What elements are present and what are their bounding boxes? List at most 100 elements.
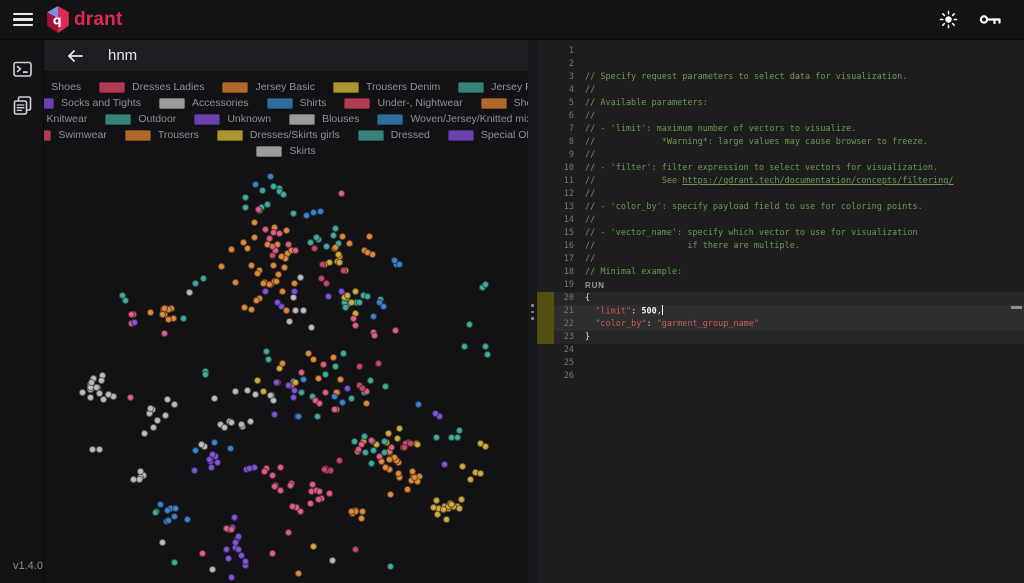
scatter-point[interactable] [221, 424, 228, 431]
scatter-point[interactable] [363, 400, 370, 407]
scatter-point[interactable] [352, 288, 359, 295]
scatter-point[interactable] [273, 278, 280, 285]
scatter-point[interactable] [339, 399, 346, 406]
code-line[interactable]: 21 "limit": 500, [537, 305, 1024, 318]
scatter-point[interactable] [192, 280, 199, 287]
scatter-point[interactable] [274, 299, 281, 306]
scatter-point[interactable] [300, 376, 307, 383]
scatter-point[interactable] [147, 405, 154, 412]
scatter-point[interactable] [283, 227, 290, 234]
scatter-point[interactable] [276, 230, 283, 237]
scatter-point[interactable] [267, 173, 274, 180]
legend-item[interactable]: Woven/Jersey/Knitted mix Baby [377, 113, 528, 125]
scatter-point[interactable] [335, 251, 342, 258]
scatter-point[interactable] [484, 351, 491, 358]
scatter-point[interactable] [482, 281, 489, 288]
scatter-point[interactable] [391, 257, 398, 264]
scatter-point[interactable] [356, 299, 363, 306]
scatter-point[interactable] [364, 293, 371, 300]
scatter-point[interactable] [150, 424, 157, 431]
scatter-point[interactable] [260, 388, 267, 395]
scatter-point[interactable] [141, 430, 148, 437]
scatter-point[interactable] [371, 332, 378, 339]
scatter-point[interactable] [292, 307, 299, 314]
code-line[interactable]: 16// if there are multiple. [537, 240, 1024, 253]
scatter-point[interactable] [434, 511, 441, 518]
scatter-point[interactable] [209, 451, 216, 458]
scatter-point[interactable] [382, 383, 389, 390]
scatter-point[interactable] [127, 394, 134, 401]
code-line[interactable]: 5// Available parameters: [537, 97, 1024, 110]
scatter-point[interactable] [152, 509, 159, 516]
scatter-point[interactable] [242, 194, 249, 201]
scatter-point[interactable] [248, 262, 255, 269]
scatter-point[interactable] [375, 360, 382, 367]
legend-item[interactable]: Swimwear [44, 129, 107, 141]
scatter-point[interactable] [164, 396, 171, 403]
scatter-point[interactable] [266, 235, 273, 242]
scatter-point[interactable] [295, 413, 302, 420]
code-line[interactable]: 26 [537, 370, 1024, 383]
scatter-point[interactable] [388, 444, 395, 451]
scatter-point[interactable] [358, 515, 365, 522]
scatter-point[interactable] [461, 343, 468, 350]
scatter-point[interactable] [404, 486, 411, 493]
scatter-point[interactable] [227, 445, 234, 452]
scatter-point[interactable] [278, 253, 285, 260]
scatter-point[interactable] [362, 449, 369, 456]
legend-item[interactable]: Socks and Tights [44, 97, 141, 109]
scatter-point[interactable] [336, 457, 343, 464]
scatter-point[interactable] [348, 395, 355, 402]
legend-item[interactable]: Accessories [159, 97, 249, 109]
scatter-point[interactable] [228, 526, 235, 533]
scatter-point[interactable] [295, 570, 302, 577]
scatter-point[interactable] [385, 430, 392, 437]
legend-item[interactable]: Dresses Ladies [99, 81, 204, 93]
scatter-point[interactable] [270, 397, 277, 404]
scatter-point[interactable] [355, 446, 362, 453]
scatter-point[interactable] [466, 321, 473, 328]
legend-item[interactable]: Shoes [44, 81, 81, 93]
scatter-point[interactable] [200, 275, 207, 282]
scatter-point[interactable] [364, 249, 371, 256]
scatter-point[interactable] [458, 496, 465, 503]
scatter-point[interactable] [323, 243, 330, 250]
scatter-point[interactable] [244, 387, 251, 394]
panel-resize-handle[interactable] [528, 40, 537, 583]
scatter-point[interactable] [265, 356, 272, 363]
scatter-point[interactable] [387, 563, 394, 570]
code-line[interactable]: 1 [537, 45, 1024, 58]
scatter-point[interactable] [456, 505, 463, 512]
scatter-point[interactable] [316, 488, 323, 495]
scatter-point[interactable] [482, 343, 489, 350]
scatter-point[interactable] [192, 447, 199, 454]
legend-item[interactable]: Dressed [358, 129, 430, 141]
code-line[interactable]: 17// [537, 253, 1024, 266]
scatter-point[interactable] [415, 401, 422, 408]
scatter-point[interactable] [275, 271, 282, 278]
scatter-point[interactable] [279, 288, 286, 295]
code-line[interactable]: 23} [537, 331, 1024, 344]
scatter-point[interactable] [211, 395, 218, 402]
scatter-point[interactable] [441, 461, 448, 468]
scatter-point[interactable] [310, 356, 317, 363]
scatter-point[interactable] [271, 411, 278, 418]
scatter-point[interactable] [336, 259, 343, 266]
scatter-point[interactable] [225, 555, 232, 562]
scatter-point[interactable] [346, 240, 353, 247]
scatter-point[interactable] [242, 204, 249, 211]
scatter-point[interactable] [366, 233, 373, 240]
code-line[interactable]: 19 [537, 279, 1024, 292]
legend-item[interactable]: Dresses/Skirts girls [217, 129, 340, 141]
scrollbar-cursor-marker[interactable] [1011, 306, 1022, 309]
code-line[interactable]: 10// - 'filter': filter expression to se… [537, 162, 1024, 175]
scatter-point[interactable] [253, 297, 260, 304]
scatter-point[interactable] [161, 330, 168, 337]
scatter-point[interactable] [430, 504, 437, 511]
scatter-point[interactable] [184, 516, 191, 523]
scatter-point[interactable] [254, 377, 261, 384]
code-line[interactable]: 25 [537, 357, 1024, 370]
scatter-point[interactable] [407, 440, 414, 447]
scatter-point[interactable] [96, 446, 103, 453]
run-button[interactable]: RUN [585, 281, 605, 290]
